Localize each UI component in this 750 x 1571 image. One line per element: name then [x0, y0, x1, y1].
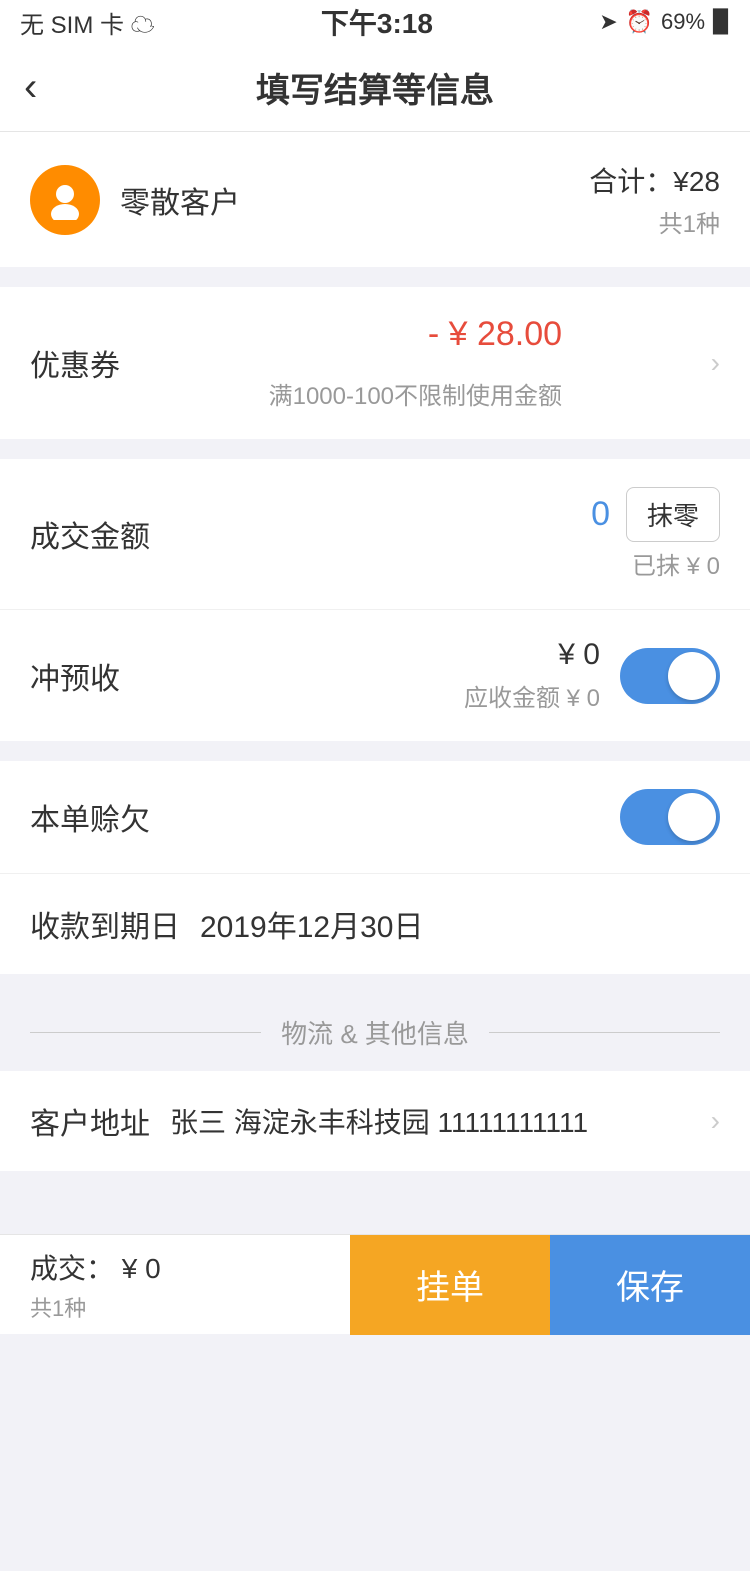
- coupon-right: - ¥ 28.00 满1000-100不限制使用金额: [269, 315, 562, 411]
- prepay-label: 冲预收: [30, 654, 120, 698]
- save-button[interactable]: 保存: [550, 1235, 750, 1335]
- debit-row: 本单赊欠: [0, 761, 750, 873]
- address-row[interactable]: 客户地址 张三 海淀永丰科技园 11111111111 ›: [0, 1071, 750, 1171]
- prepay-row: 冲预收 ¥ 0 应收金额 ¥ 0: [0, 610, 750, 741]
- debit-label: 本单赊欠: [30, 795, 150, 839]
- no-sim-text: 无 SIM 卡 ☁: [20, 5, 155, 40]
- location-icon: ➤: [599, 9, 617, 35]
- deal-value: ¥ 0: [122, 1253, 161, 1284]
- back-button[interactable]: ‹: [24, 65, 37, 110]
- round-zero-button[interactable]: 抹零: [626, 487, 720, 542]
- amount-col: 0 抹零 已抹 ¥ 0: [530, 487, 720, 581]
- due-date-value: 2019年12月30日: [200, 902, 423, 946]
- prepay-toggle[interactable]: [620, 648, 720, 704]
- customer-count: 共1种: [589, 204, 720, 239]
- coupon-label: 优惠券: [30, 341, 120, 385]
- content-area: 零散客户 合计：¥28 共1种 优惠券 - ¥ 28.00 满1000-100不…: [0, 132, 750, 1571]
- debit-section: 本单赊欠 收款到期日 2019年12月30日: [0, 761, 750, 974]
- logistics-title: 物流 & 其他信息: [281, 1014, 469, 1051]
- prepay-amount-col: ¥ 0 应收金额 ¥ 0: [464, 638, 600, 713]
- divider-3: [0, 741, 750, 761]
- due-date-label: 收款到期日: [30, 902, 180, 946]
- alarm-icon: ⏰: [626, 9, 653, 35]
- address-value: 张三 海淀永丰科技园 11111111111: [170, 1101, 691, 1141]
- customer-total: 合计：¥28: [589, 160, 720, 200]
- prepay-right: ¥ 0 应收金额 ¥ 0: [464, 638, 720, 713]
- coupon-section: 优惠券 - ¥ 28.00 满1000-100不限制使用金额 ›: [0, 287, 750, 439]
- bottom-info: 成交： ¥ 0 共1种: [0, 1247, 350, 1323]
- customer-card: 零散客户 合计：¥28 共1种: [0, 132, 750, 267]
- battery-icon: ▉: [713, 9, 730, 35]
- address-label: 客户地址: [30, 1099, 150, 1143]
- logistics-header: 物流 & 其他信息: [0, 994, 750, 1071]
- coupon-value: - ¥ 28.00: [428, 315, 562, 354]
- amount-label: 成交金额: [30, 512, 150, 556]
- battery-text: 69%: [661, 9, 705, 35]
- divider-2: [0, 439, 750, 459]
- bottom-bar: 成交： ¥ 0 共1种 挂单 保存: [0, 1234, 750, 1334]
- status-time: 下午3:18: [321, 2, 433, 42]
- transaction-row: 成交金额 0 抹零 已抹 ¥ 0: [0, 459, 750, 610]
- status-left: 无 SIM 卡 ☁: [20, 5, 155, 40]
- divider-1: [0, 267, 750, 287]
- address-chevron-icon: ›: [711, 1105, 720, 1137]
- deal-label: 成交：: [30, 1253, 114, 1284]
- customer-summary: 合计：¥28 共1种: [589, 160, 720, 239]
- hold-button[interactable]: 挂单: [350, 1235, 550, 1335]
- divider-4: [0, 974, 750, 994]
- prepay-value: ¥ 0: [464, 638, 600, 672]
- status-bar: 无 SIM 卡 ☁ 下午3:18 ➤ ⏰ 69% ▉: [0, 0, 750, 44]
- amount-value[interactable]: 0: [530, 495, 610, 534]
- logistics-line-right: [489, 1032, 720, 1033]
- already-deducted-text: 已抹 ¥ 0: [530, 546, 720, 581]
- logistics-line-left: [30, 1032, 261, 1033]
- debit-toggle[interactable]: [620, 789, 720, 845]
- bottom-count-text: 共1种: [30, 1291, 320, 1323]
- page-title: 填写结算等信息: [256, 63, 494, 112]
- coupon-sub: 满1000-100不限制使用金额: [269, 376, 562, 411]
- bottom-deal-text: 成交： ¥ 0: [30, 1247, 320, 1287]
- status-right: ➤ ⏰ 69% ▉: [599, 9, 730, 35]
- coupon-chevron-icon: ›: [711, 347, 720, 379]
- customer-avatar: [30, 165, 100, 235]
- customer-info: 零散客户: [30, 165, 240, 235]
- prepay-sub: 应收金额 ¥ 0: [464, 678, 600, 713]
- due-date-row: 收款到期日 2019年12月30日: [0, 873, 750, 974]
- amount-right: 0 抹零 已抹 ¥ 0: [530, 487, 720, 581]
- coupon-row[interactable]: 优惠券 - ¥ 28.00 满1000-100不限制使用金额 ›: [0, 287, 750, 439]
- nav-bar: ‹ 填写结算等信息: [0, 44, 750, 132]
- customer-name: 零散客户: [120, 178, 240, 222]
- transaction-section: 成交金额 0 抹零 已抹 ¥ 0 冲预收 ¥ 0 应收金额 ¥ 0: [0, 459, 750, 741]
